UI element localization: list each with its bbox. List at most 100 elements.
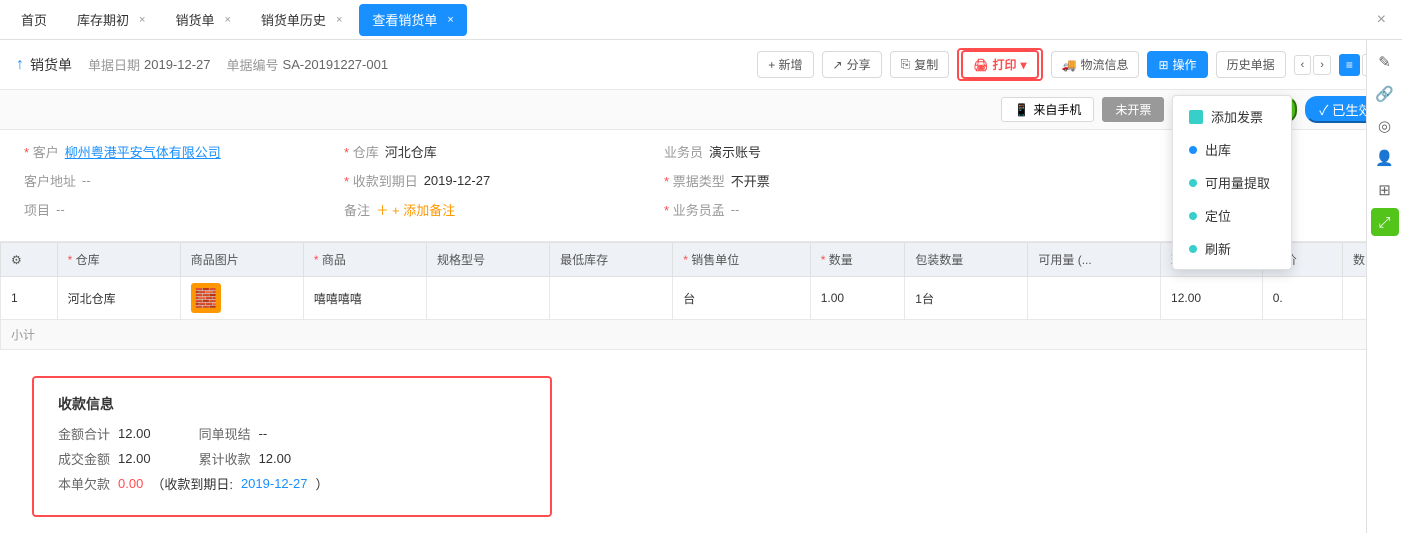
doc-number-label: 单据编号 (227, 55, 279, 74)
sidebar-edit-button[interactable]: ✎ (1371, 48, 1399, 76)
link-icon: 🔗 (1375, 85, 1394, 103)
subtotal-row: 小计 (1, 320, 1402, 350)
payment-box: 收款信息 金额合计 12.00 同单现结 -- 成交金额 12.00 累计收款 (32, 376, 552, 517)
share-label: 分享 (847, 56, 871, 73)
add-invoice-label: 添加发票 (1211, 107, 1263, 126)
outbound-label: 出库 (1205, 140, 1231, 159)
nav-next-button[interactable]: › (1313, 55, 1331, 75)
doc-meta: 单据日期 2019-12-27 单据编号 SA-20191227-001 (88, 55, 388, 74)
employee-value: 演示账号 (709, 142, 761, 161)
cell-product-img: 🧱 (180, 277, 303, 320)
tab-history-close[interactable]: × (336, 14, 342, 26)
eye-icon: ◎ (1378, 117, 1391, 135)
dropdown-refresh[interactable]: 刷新 (1173, 232, 1291, 265)
ops-button[interactable]: ⊞ 操作 (1147, 51, 1207, 78)
nav-arrows: ‹ › (1294, 55, 1331, 75)
ticket-type-field: * 票据类型 不开票 (664, 171, 944, 190)
sidebar-user-button[interactable]: 👤 (1371, 144, 1399, 172)
list-view-button[interactable]: ≡ (1339, 54, 1360, 76)
doc-type-icon: ↑ (16, 56, 24, 74)
not-open-button[interactable]: 未开票 (1102, 97, 1164, 122)
print-arrow: ▾ (1020, 58, 1026, 72)
project-field: 项目 -- (24, 200, 304, 219)
tab-home-label: 首页 (21, 10, 47, 29)
col-product-img: 商品图片 (180, 243, 303, 277)
available-dot (1189, 179, 1197, 187)
ops-label: 操作 (1173, 56, 1197, 73)
dropdown-locate[interactable]: 定位 (1173, 199, 1291, 232)
dropdown-available[interactable]: 可用量提取 (1173, 166, 1291, 199)
print-button[interactable]: 🖨 打印 ▾ (961, 50, 1038, 79)
add-note-label: + 添加备注 (392, 200, 455, 219)
tab-sales-close[interactable]: × (224, 14, 230, 26)
logistics-label: 物流信息 (1080, 56, 1128, 73)
print-label: 打印 (992, 56, 1016, 73)
settings-icon[interactable]: ⚙ (11, 253, 22, 267)
payment-row-1: 金额合计 12.00 同单现结 -- (58, 424, 526, 443)
from-mobile-button[interactable]: 📱 来自手机 (1001, 97, 1094, 122)
copy-label: 复制 (914, 56, 938, 73)
business-field: * 业务员孟 -- (664, 200, 944, 219)
doc-date-value: 2019-12-27 (144, 57, 211, 72)
sidebar-grid-button[interactable]: ⊞ (1371, 176, 1399, 204)
tab-view-close[interactable]: × (447, 14, 453, 26)
cumulative-field: 累计收款 12.00 (199, 449, 292, 468)
customer-field: * 客户 柳州粤港平安气体有限公司 (24, 142, 304, 161)
fullscreen-icon: ⤢ (1378, 214, 1390, 231)
cell-available (1028, 277, 1161, 320)
share-button[interactable]: ↗ 分享 (822, 51, 882, 78)
tab-sales-history[interactable]: 销货单历史 × (248, 4, 355, 36)
same-settlement-value: -- (259, 426, 268, 441)
col-quantity: * 数量 (810, 243, 905, 277)
doc-title: ↑ 销货单 (16, 55, 72, 75)
new-button[interactable]: + 新增 (757, 51, 813, 78)
plus-icon: ＋ (376, 200, 389, 219)
doc-header: ↑ 销货单 单据日期 2019-12-27 单据编号 SA-20191227-0… (0, 40, 1402, 90)
tab-inventory-init[interactable]: 库存期初 × (64, 4, 158, 36)
cumulative-label: 累计收款 (199, 449, 251, 468)
cell-min-stock (550, 277, 673, 320)
payment-section: 收款信息 金额合计 12.00 同单现结 -- 成交金额 12.00 累计收款 (0, 360, 1402, 533)
customer-value[interactable]: 柳州粤港平安气体有限公司 (65, 142, 221, 161)
col-available: 可用量 (... (1028, 243, 1161, 277)
col-settings: ⚙ (1, 243, 58, 277)
sidebar-eye-button[interactable]: ◎ (1371, 112, 1399, 140)
tab-inventory-label: 库存期初 (77, 10, 129, 29)
payment-row-2: 成交金额 12.00 累计收款 12.00 (58, 449, 526, 468)
grid-icon: ⊞ (1378, 181, 1391, 199)
project-value: -- (56, 202, 65, 217)
tab-home[interactable]: 首页 (8, 4, 60, 36)
business-value: -- (731, 202, 740, 217)
dropdown-outbound[interactable]: 出库 (1173, 133, 1291, 166)
warehouse-value: 河北仓库 (385, 142, 437, 161)
sidebar-link-button[interactable]: 🔗 (1371, 80, 1399, 108)
logistics-button[interactable]: 🚚 物流信息 (1051, 51, 1140, 78)
tab-inventory-close[interactable]: × (139, 14, 145, 26)
history-button[interactable]: 历史单据 (1216, 51, 1286, 78)
nav-prev-button[interactable]: ‹ (1294, 55, 1312, 75)
window-close-button[interactable]: × (1369, 7, 1394, 33)
tab-view-sales[interactable]: 查看销货单 × (359, 4, 466, 36)
dropdown-add-invoice[interactable]: 添加发票 (1173, 100, 1291, 133)
effective-icon: ✓ (1319, 103, 1328, 118)
employee-field: 业务员 演示账号 (664, 142, 944, 161)
copy-button[interactable]: ⎘ 复制 (890, 51, 950, 78)
col-pkg-qty: 包装数量 (905, 243, 1028, 277)
cell-sales-unit: 台 (673, 277, 810, 320)
sidebar-fullscreen-button[interactable]: ⤢ (1371, 208, 1399, 236)
doc-type-label: 销货单 (30, 55, 72, 75)
tab-view-label: 查看销货单 (372, 10, 437, 29)
address-value: -- (82, 173, 91, 188)
note-label: 备注 (344, 200, 370, 219)
payment-date-label: * 收款到期日 (344, 171, 418, 190)
history-label: 历史单据 (1227, 56, 1275, 73)
truck-icon: 🚚 (1062, 58, 1077, 72)
add-note-button[interactable]: ＋ + 添加备注 (376, 200, 455, 219)
balance-value: 0.00 (118, 476, 143, 491)
payment-date-value: 2019-12-27 (424, 173, 491, 188)
col-product: * 商品 (303, 243, 426, 277)
cell-warehouse: 河北仓库 (57, 277, 180, 320)
col-min-stock: 最低库存 (550, 243, 673, 277)
tab-sales-order[interactable]: 销货单 × (162, 4, 243, 36)
warehouse-label: * 仓库 (344, 142, 379, 161)
